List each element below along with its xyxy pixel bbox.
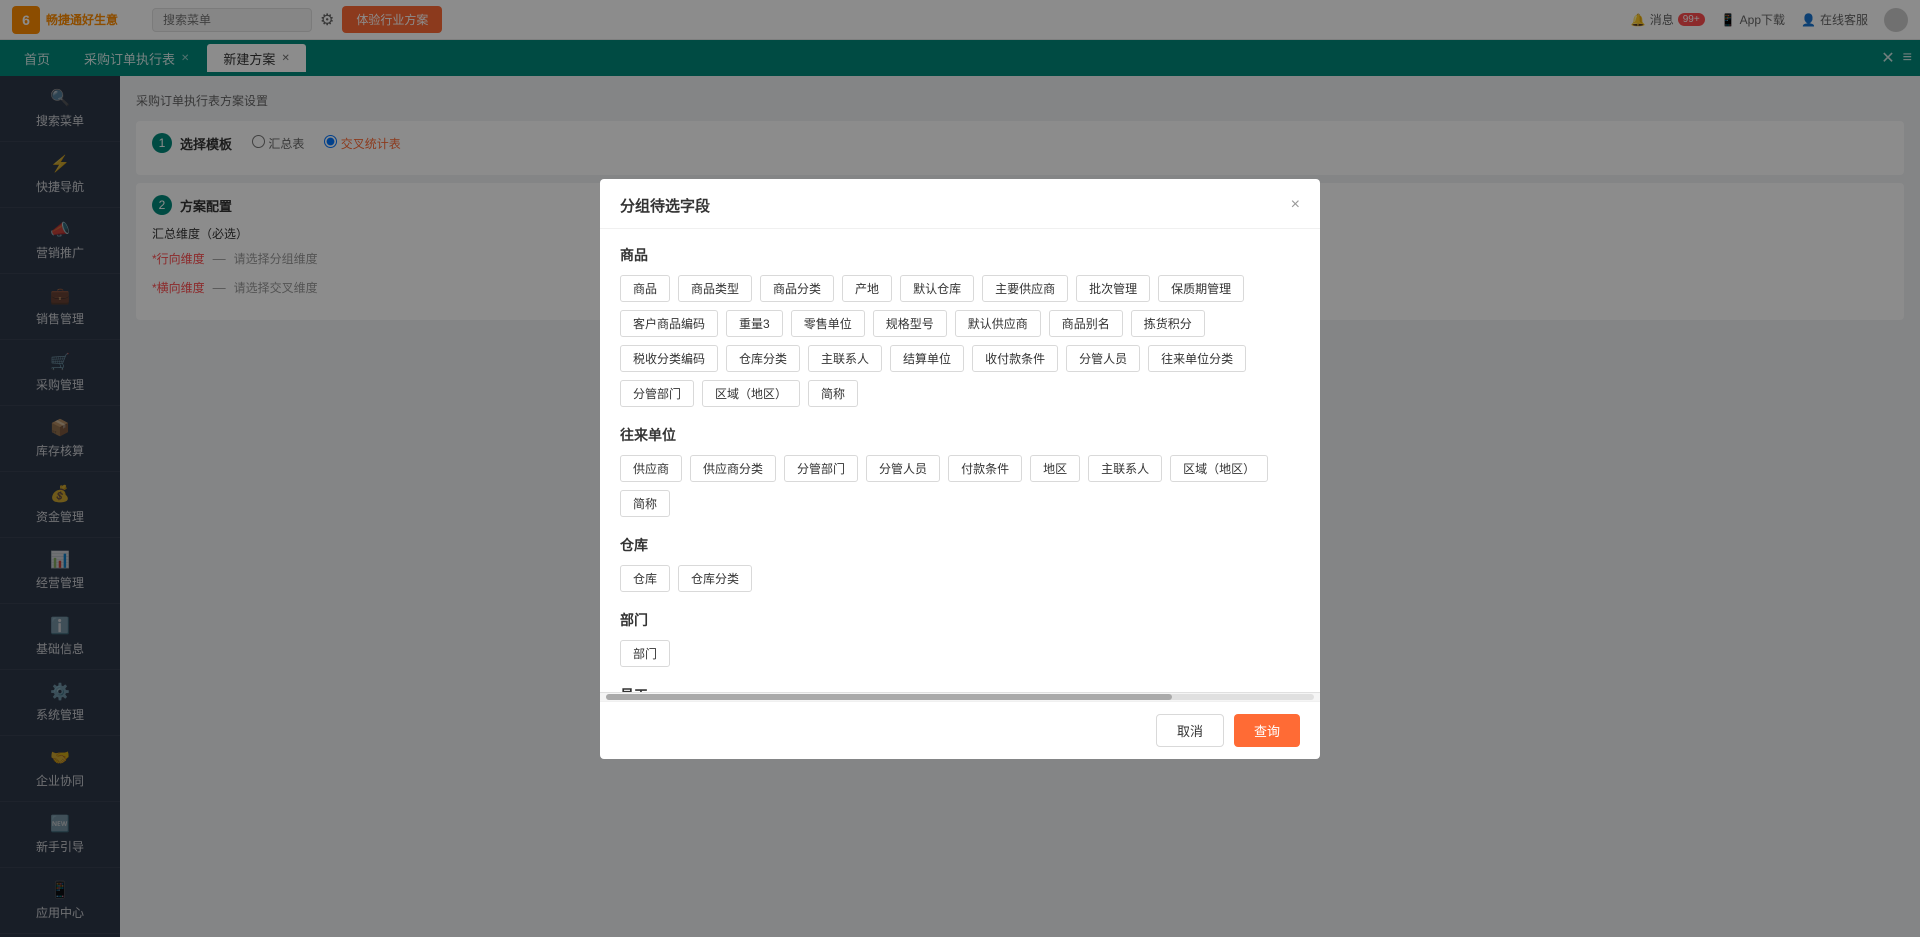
- field-tag[interactable]: 收付款条件: [972, 345, 1058, 372]
- field-tag[interactable]: 部门: [620, 640, 670, 667]
- field-tag[interactable]: 结算单位: [890, 345, 964, 372]
- cancel-button[interactable]: 取消: [1156, 714, 1224, 747]
- modal-body[interactable]: 商品 商品 商品类型 商品分类 产地 默认仓库 主要供应商 批次管理 保质期管理…: [600, 229, 1320, 692]
- field-tag[interactable]: 仓库分类: [726, 345, 800, 372]
- section-partner-title: 往来单位: [620, 425, 1300, 445]
- field-tag[interactable]: 主联系人: [1088, 455, 1162, 482]
- field-tag[interactable]: 零售单位: [791, 310, 865, 337]
- field-tag[interactable]: 简称: [620, 490, 670, 517]
- section-partner: 往来单位 供应商 供应商分类 分管部门 分管人员 付款条件 地区 主联系人 区域…: [620, 425, 1300, 517]
- modal-title: 分组待选字段: [620, 195, 710, 216]
- section-department: 部门 部门: [620, 610, 1300, 667]
- field-tag[interactable]: 区域（地区）: [1170, 455, 1268, 482]
- modal-hscroll[interactable]: [600, 692, 1320, 701]
- modal-footer: 取消 查询: [600, 701, 1320, 759]
- field-tag[interactable]: 商品别名: [1049, 310, 1123, 337]
- confirm-button[interactable]: 查询: [1234, 714, 1300, 747]
- field-tag[interactable]: 默认供应商: [955, 310, 1041, 337]
- field-tag[interactable]: 仓库分类: [678, 565, 752, 592]
- field-tag[interactable]: 供应商分类: [690, 455, 776, 482]
- section-goods-fields: 商品 商品类型 商品分类 产地 默认仓库 主要供应商 批次管理 保质期管理 客户…: [620, 275, 1300, 407]
- field-tag[interactable]: 客户商品编码: [620, 310, 718, 337]
- section-department-fields: 部门: [620, 640, 1300, 667]
- field-tag[interactable]: 保质期管理: [1158, 275, 1244, 302]
- modal-close-btn[interactable]: ×: [1291, 196, 1300, 214]
- modal-header: 分组待选字段 ×: [600, 179, 1320, 229]
- field-tag[interactable]: 产地: [842, 275, 892, 302]
- field-tag[interactable]: 拣货积分: [1131, 310, 1205, 337]
- section-partner-fields: 供应商 供应商分类 分管部门 分管人员 付款条件 地区 主联系人 区域（地区） …: [620, 455, 1300, 517]
- field-tag[interactable]: 地区: [1030, 455, 1080, 482]
- field-tag[interactable]: 分管部门: [620, 380, 694, 407]
- section-department-title: 部门: [620, 610, 1300, 630]
- field-tag[interactable]: 商品分类: [760, 275, 834, 302]
- field-tag[interactable]: 供应商: [620, 455, 682, 482]
- section-employee: 员工 业务员: [620, 685, 1300, 692]
- section-goods-title: 商品: [620, 245, 1300, 265]
- field-tag[interactable]: 分管部门: [784, 455, 858, 482]
- field-select-modal: 分组待选字段 × 商品 商品 商品类型 商品分类 产地 默认仓库 主要供应商 批…: [600, 179, 1320, 759]
- section-employee-title: 员工: [620, 685, 1300, 692]
- field-tag[interactable]: 付款条件: [948, 455, 1022, 482]
- field-tag[interactable]: 简称: [808, 380, 858, 407]
- field-tag[interactable]: 默认仓库: [900, 275, 974, 302]
- modal-overlay: 分组待选字段 × 商品 商品 商品类型 商品分类 产地 默认仓库 主要供应商 批…: [0, 0, 1920, 937]
- field-tag[interactable]: 规格型号: [873, 310, 947, 337]
- section-goods: 商品 商品 商品类型 商品分类 产地 默认仓库 主要供应商 批次管理 保质期管理…: [620, 245, 1300, 407]
- field-tag[interactable]: 分管人员: [866, 455, 940, 482]
- section-warehouse: 仓库 仓库 仓库分类: [620, 535, 1300, 592]
- section-warehouse-fields: 仓库 仓库分类: [620, 565, 1300, 592]
- field-tag[interactable]: 重量3: [726, 310, 783, 337]
- field-tag[interactable]: 分管人员: [1066, 345, 1140, 372]
- field-tag[interactable]: 商品: [620, 275, 670, 302]
- field-tag[interactable]: 区域（地区）: [702, 380, 800, 407]
- field-tag[interactable]: 批次管理: [1076, 275, 1150, 302]
- field-tag[interactable]: 往来单位分类: [1148, 345, 1246, 372]
- field-tag[interactable]: 仓库: [620, 565, 670, 592]
- field-tag[interactable]: 商品类型: [678, 275, 752, 302]
- field-tag[interactable]: 税收分类编码: [620, 345, 718, 372]
- field-tag[interactable]: 主要供应商: [982, 275, 1068, 302]
- section-warehouse-title: 仓库: [620, 535, 1300, 555]
- field-tag[interactable]: 主联系人: [808, 345, 882, 372]
